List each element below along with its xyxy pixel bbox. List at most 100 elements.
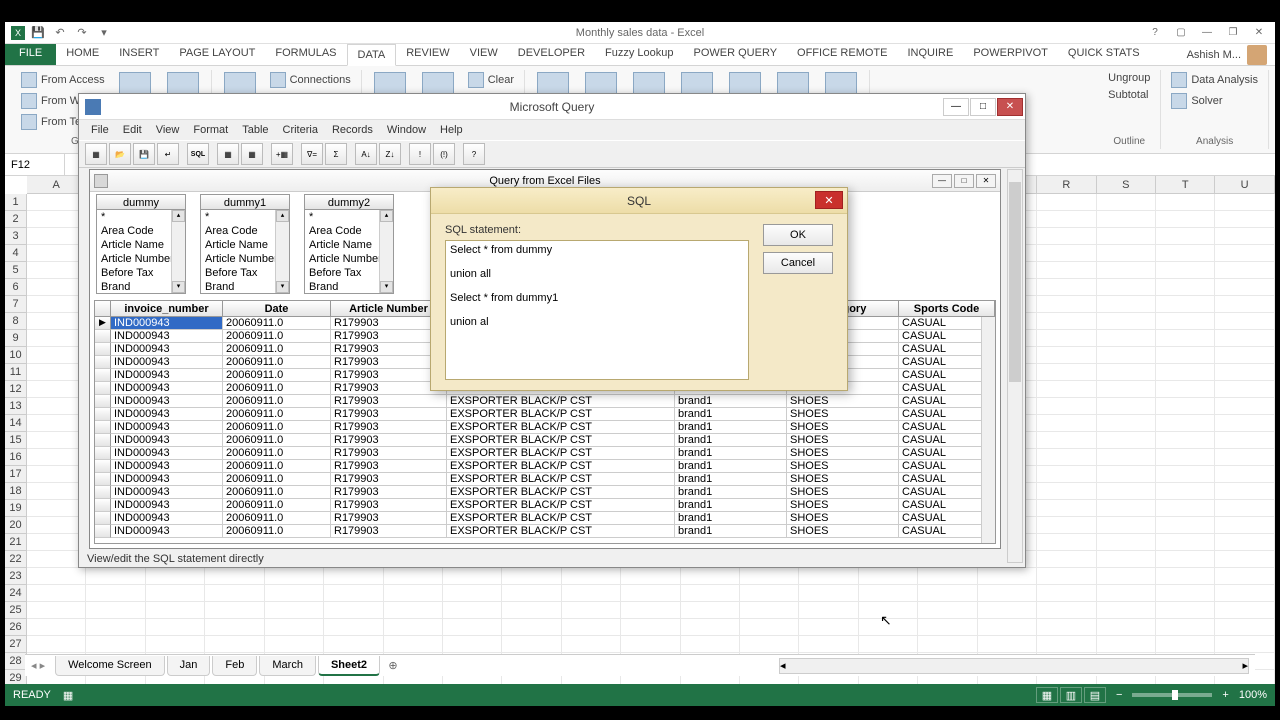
sql-textarea[interactable] [445, 240, 749, 380]
col-header[interactable]: U [1215, 176, 1274, 193]
subtotal-button[interactable]: Subtotal [1104, 87, 1154, 103]
tb-new-icon[interactable]: ▦ [85, 143, 107, 165]
grid-row[interactable]: IND00094320060911.0R179903EXSPORTER BLAC… [95, 486, 995, 499]
grid-row[interactable]: IND00094320060911.0R179903EXSPORTER BLAC… [95, 408, 995, 421]
ribbon-tab-inquire[interactable]: INQUIRE [897, 43, 963, 65]
redo-icon[interactable]: ↷ [73, 24, 91, 42]
row-header[interactable]: 2 [5, 211, 26, 228]
msquery-scrollbar[interactable] [1007, 169, 1023, 563]
col-header[interactable]: R [1037, 176, 1096, 193]
tb-sortdesc-icon[interactable]: Z↓ [379, 143, 401, 165]
page-layout-icon[interactable]: ▥ [1060, 687, 1082, 703]
row-header[interactable]: 22 [5, 551, 26, 568]
tb-totals-icon[interactable]: Σ [325, 143, 347, 165]
grid-header[interactable]: Sports Code [899, 301, 995, 317]
msquery-maximize-button[interactable]: □ [970, 98, 996, 116]
connections-button[interactable]: Connections [266, 70, 355, 90]
grid-header[interactable]: Date [223, 301, 331, 317]
zoom-level[interactable]: 100% [1239, 689, 1267, 701]
ribbon-tab-quick-stats[interactable]: QUICK STATS [1058, 43, 1150, 65]
grid-row[interactable]: IND00094320060911.0R179903EXSPORTER BLAC… [95, 434, 995, 447]
table-box[interactable]: dummy*Area CodeArticle NameArticle Numbe… [96, 194, 186, 294]
mq-menu-help[interactable]: Help [434, 122, 469, 138]
row-header[interactable]: 4 [5, 245, 26, 262]
row-header[interactable]: 3 [5, 228, 26, 245]
child-close-button[interactable]: ✕ [976, 174, 996, 188]
grid-row[interactable]: IND00094320060911.0R179903EXSPORTER BLAC… [95, 525, 995, 538]
msquery-close-button[interactable]: ✕ [997, 98, 1023, 116]
sheet-tab[interactable]: Welcome Screen [55, 656, 165, 676]
sheet-tab[interactable]: Sheet2 [318, 656, 380, 676]
col-header[interactable]: T [1156, 176, 1215, 193]
save-icon[interactable]: 💾 [29, 24, 47, 42]
row-header[interactable]: 18 [5, 483, 26, 500]
row-header[interactable]: 5 [5, 262, 26, 279]
help-icon[interactable]: ? [1145, 25, 1165, 41]
child-minimize-button[interactable]: — [932, 174, 952, 188]
from-access-button[interactable]: From Access [17, 70, 109, 90]
zoom-in-button[interactable]: + [1222, 689, 1228, 701]
sql-close-button[interactable]: ✕ [815, 191, 843, 209]
row-header[interactable]: 11 [5, 364, 26, 381]
ribbon-tab-fuzzy-lookup[interactable]: Fuzzy Lookup [595, 43, 683, 65]
add-sheet-button[interactable]: ⊕ [382, 659, 404, 672]
row-header[interactable]: 1 [5, 194, 26, 211]
tb-open-icon[interactable]: 📂 [109, 143, 131, 165]
minimize-icon[interactable]: — [1197, 25, 1217, 41]
grid-row[interactable]: IND00094320060911.0R179903EXSPORTER BLAC… [95, 499, 995, 512]
table-box[interactable]: dummy1*Area CodeArticle NameArticle Numb… [200, 194, 290, 294]
ribbon-tab-view[interactable]: VIEW [460, 43, 508, 65]
row-header[interactable]: 13 [5, 398, 26, 415]
row-header[interactable]: 9 [5, 330, 26, 347]
zoom-out-button[interactable]: − [1116, 689, 1122, 701]
view-buttons[interactable]: ▦ ▥ ▤ [1036, 687, 1106, 703]
data-analysis-button[interactable]: Data Analysis [1167, 70, 1262, 90]
ribbon-tab-home[interactable]: HOME [56, 43, 109, 65]
row-header[interactable]: 12 [5, 381, 26, 398]
normal-view-icon[interactable]: ▦ [1036, 687, 1058, 703]
mq-menu-window[interactable]: Window [381, 122, 432, 138]
result-scrollbar[interactable] [981, 317, 995, 543]
tb-return-icon[interactable]: ↵ [157, 143, 179, 165]
ribbon-tab-data[interactable]: DATA [347, 44, 397, 66]
row-header[interactable]: 10 [5, 347, 26, 364]
row-header[interactable]: 24 [5, 585, 26, 602]
tb-showcriteria-icon[interactable]: ▦ [241, 143, 263, 165]
row-header[interactable]: 20 [5, 517, 26, 534]
grid-row[interactable]: IND00094320060911.0R179903EXSPORTER BLAC… [95, 395, 995, 408]
mq-menu-format[interactable]: Format [187, 122, 234, 138]
mq-menu-records[interactable]: Records [326, 122, 379, 138]
child-maximize-button[interactable]: □ [954, 174, 974, 188]
row-header[interactable]: 17 [5, 466, 26, 483]
tb-showtables-icon[interactable]: ▦ [217, 143, 239, 165]
mq-menu-view[interactable]: View [150, 122, 186, 138]
ribbon-tab-insert[interactable]: INSERT [109, 43, 169, 65]
undo-icon[interactable]: ↶ [51, 24, 69, 42]
macro-icon[interactable]: ▦ [63, 689, 73, 702]
grid-row[interactable]: IND00094320060911.0R179903EXSPORTER BLAC… [95, 447, 995, 460]
row-header[interactable]: 14 [5, 415, 26, 432]
mq-menu-table[interactable]: Table [236, 122, 274, 138]
page-break-icon[interactable]: ▤ [1084, 687, 1106, 703]
row-header[interactable]: 27 [5, 636, 26, 653]
restore-icon[interactable]: ❐ [1223, 25, 1243, 41]
ribbon-tab-formulas[interactable]: FORMULAS [265, 43, 346, 65]
sheet-tab[interactable]: March [259, 656, 316, 676]
row-header[interactable]: 8 [5, 313, 26, 330]
sql-cancel-button[interactable]: Cancel [763, 252, 833, 274]
grid-row[interactable]: IND00094320060911.0R179903EXSPORTER BLAC… [95, 460, 995, 473]
qat-customize-icon[interactable]: ▾ [95, 24, 113, 42]
ribbon-tab-review[interactable]: REVIEW [396, 43, 459, 65]
msquery-titlebar[interactable]: Microsoft Query — □ ✕ [79, 94, 1025, 120]
row-header[interactable]: 21 [5, 534, 26, 551]
sheet-nav[interactable]: ◂ ▸ [31, 659, 45, 672]
sheet-tab[interactable]: Jan [167, 656, 211, 676]
clear-button[interactable]: Clear [464, 70, 518, 90]
ribbon-tab-power-query[interactable]: POWER QUERY [684, 43, 788, 65]
tb-sortasc-icon[interactable]: A↓ [355, 143, 377, 165]
tb-addtable-icon[interactable]: +▦ [271, 143, 293, 165]
msquery-minimize-button[interactable]: — [943, 98, 969, 116]
name-box[interactable]: F12 [5, 154, 65, 175]
ribbon-tab-page-layout[interactable]: PAGE LAYOUT [169, 43, 265, 65]
ribbon-tab-powerpivot[interactable]: POWERPIVOT [963, 43, 1058, 65]
